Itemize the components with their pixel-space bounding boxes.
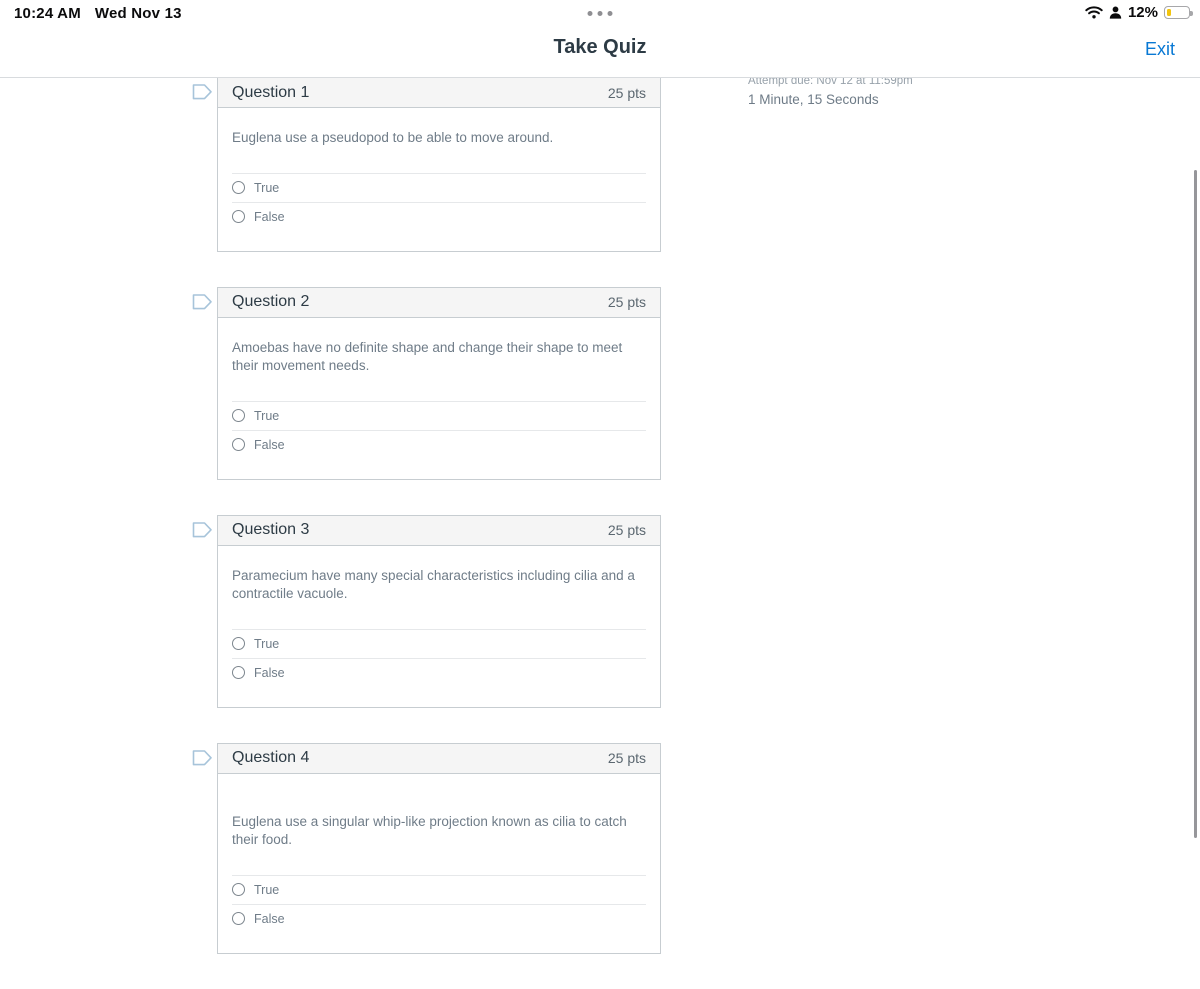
question-body: Paramecium have many special characteris… xyxy=(218,546,660,707)
option-label: True xyxy=(254,882,280,897)
radio-icon xyxy=(232,912,245,925)
answer-option-false[interactable]: False xyxy=(232,657,646,687)
question-header: Question 2 25 pts xyxy=(218,287,660,318)
multitask-dots-icon xyxy=(587,11,613,16)
radio-icon xyxy=(232,883,245,896)
question-card: Question 2 25 pts Amoebas have no defini… xyxy=(217,286,661,480)
question-header: Question 3 25 pts xyxy=(218,515,660,546)
question-card: Question 4 25 pts Euglena use a singular… xyxy=(217,742,661,954)
option-label: False xyxy=(254,911,285,926)
option-label: False xyxy=(254,665,285,680)
question-body: Amoebas have no definite shape and chang… xyxy=(218,318,660,479)
answer-option-true[interactable]: True xyxy=(232,400,646,430)
flag-icon xyxy=(192,293,212,309)
question-points: 25 pts xyxy=(607,294,646,310)
status-bar: 10:24 AM Wed Nov 13 12% xyxy=(0,3,1200,25)
status-time-date: 10:24 AM Wed Nov 13 xyxy=(14,5,182,22)
quiz-meta: Attempt due: Nov 12 at 11:59pm 1 Minute,… xyxy=(748,75,913,107)
question-header: Question 1 25 pts xyxy=(218,78,660,108)
option-label: False xyxy=(254,437,285,452)
radio-icon xyxy=(232,181,245,194)
wifi-icon xyxy=(1085,6,1103,19)
question-1: Question 1 25 pts Euglena use a pseudopo… xyxy=(192,77,661,252)
exit-button[interactable]: Exit xyxy=(1145,39,1175,60)
radio-icon xyxy=(232,409,245,422)
status-right: 12% xyxy=(1085,4,1193,21)
question-title: Question 1 xyxy=(232,83,310,101)
status-time: 10:24 AM xyxy=(14,5,81,22)
question-title: Question 4 xyxy=(232,749,310,766)
question-list: Question 1 25 pts Euglena use a pseudopo… xyxy=(192,77,661,989)
option-label: False xyxy=(254,209,285,224)
flag-question-button[interactable] xyxy=(191,748,213,769)
flag-question-button[interactable] xyxy=(191,520,213,541)
scrollbar[interactable] xyxy=(1194,170,1197,838)
question-card: Question 1 25 pts Euglena use a pseudopo… xyxy=(217,77,661,252)
option-label: True xyxy=(254,180,280,195)
question-card: Question 3 25 pts Paramecium have many s… xyxy=(217,514,661,708)
question-text: Paramecium have many special characteris… xyxy=(232,567,635,602)
option-label: True xyxy=(254,408,280,423)
quiz-timer: 1 Minute, 15 Seconds xyxy=(748,92,879,107)
flag-question-button[interactable] xyxy=(191,292,213,313)
question-points: 25 pts xyxy=(607,84,646,101)
person-icon xyxy=(1109,6,1122,19)
flag-icon xyxy=(192,521,212,537)
flag-icon xyxy=(192,84,212,100)
question-title: Question 3 xyxy=(232,521,310,538)
question-body: Euglena use a pseudopod to be able to mo… xyxy=(218,108,660,251)
answer-option-false[interactable]: False xyxy=(232,903,646,933)
question-points: 25 pts xyxy=(607,522,646,538)
battery-icon xyxy=(1164,6,1193,19)
question-text: Amoebas have no definite shape and chang… xyxy=(232,339,623,374)
battery-percent: 12% xyxy=(1127,4,1158,21)
question-2: Question 2 25 pts Amoebas have no defini… xyxy=(192,286,661,480)
question-title: Question 2 xyxy=(232,293,310,310)
radio-icon xyxy=(232,210,245,223)
question-text: Euglena use a pseudopod to be able to mo… xyxy=(232,130,554,145)
answer-option-false[interactable]: False xyxy=(232,429,646,459)
radio-icon xyxy=(232,666,245,679)
radio-icon xyxy=(232,637,245,650)
status-date: Wed Nov 13 xyxy=(94,5,182,22)
question-3: Question 3 25 pts Paramecium have many s… xyxy=(192,514,661,708)
radio-icon xyxy=(232,438,245,451)
answer-option-true[interactable]: True xyxy=(232,628,646,658)
flag-icon xyxy=(192,749,212,765)
flag-question-button[interactable] xyxy=(191,82,213,103)
question-points: 25 pts xyxy=(607,750,646,766)
question-body: Euglena use a singular whip-like project… xyxy=(218,774,660,953)
top-chrome: 10:24 AM Wed Nov 13 12% Take Quiz Exit xyxy=(0,0,1200,78)
question-4: Question 4 25 pts Euglena use a singular… xyxy=(192,742,661,954)
option-label: True xyxy=(254,636,280,651)
answer-option-true[interactable]: True xyxy=(232,874,646,904)
page-title: Take Quiz xyxy=(553,36,647,58)
answer-option-false[interactable]: False xyxy=(232,201,646,231)
question-header: Question 4 25 pts xyxy=(218,743,660,774)
question-text: Euglena use a singular whip-like project… xyxy=(232,813,627,848)
answer-option-true[interactable]: True xyxy=(232,172,646,202)
